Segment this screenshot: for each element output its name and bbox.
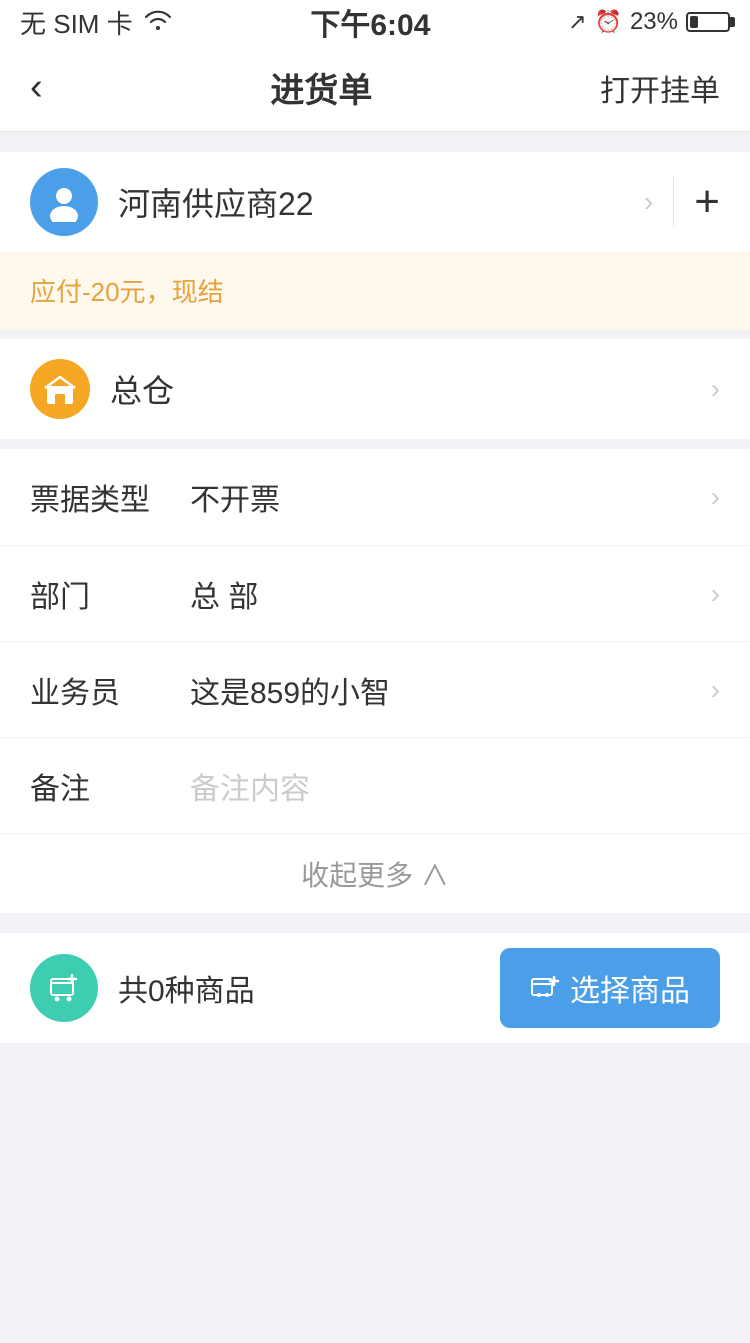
dept-chevron-icon: › xyxy=(711,578,720,610)
gap1 xyxy=(0,132,750,152)
supplier-avatar xyxy=(30,168,98,236)
supplier-name: 河南供应商22 xyxy=(118,179,644,225)
supplier-section[interactable]: 河南供应商22 › + xyxy=(0,152,750,252)
gap2 xyxy=(0,329,750,339)
invoice-chevron-icon: › xyxy=(711,481,720,513)
select-product-label: 选择商品 xyxy=(570,966,690,1010)
invoice-label: 票据类型 xyxy=(30,475,170,519)
status-bar: 无 SIM 卡 下午6:04 ↗ ⏰ 23% xyxy=(0,0,750,44)
invoice-value: 不开票 xyxy=(170,475,711,519)
dept-row[interactable]: 部门 总 部 › xyxy=(0,545,750,641)
battery-icon xyxy=(686,12,730,32)
dept-value: 总 部 xyxy=(170,572,711,616)
page-title: 进货单 xyxy=(270,63,372,112)
carrier-text: 无 SIM 卡 xyxy=(20,4,133,41)
invoice-row[interactable]: 票据类型 不开票 › xyxy=(0,449,750,545)
gap3 xyxy=(0,439,750,449)
warehouse-icon xyxy=(30,359,90,419)
notice-text: 应付-20元，现结 xyxy=(30,277,224,307)
note-input[interactable]: 备注内容 xyxy=(170,764,720,808)
warehouse-name: 总仓 xyxy=(110,366,711,412)
status-left: 无 SIM 卡 xyxy=(20,4,173,41)
notice-banner: 应付-20元，现结 xyxy=(0,252,750,329)
note-label: 备注 xyxy=(30,764,170,808)
dept-label: 部门 xyxy=(30,572,170,616)
battery-percent: 23% xyxy=(630,8,678,36)
product-section: 共0种商品 选择商品 xyxy=(0,933,750,1043)
salesperson-chevron-icon: › xyxy=(711,674,720,706)
select-product-button[interactable]: 选择商品 xyxy=(500,948,720,1028)
alarm-icon: ⏰ xyxy=(595,9,622,35)
bottom-bg xyxy=(0,1043,750,1343)
status-right: ↗ ⏰ 23% xyxy=(568,8,730,36)
salesperson-value: 这是859的小智 xyxy=(170,668,711,712)
supplier-divider xyxy=(673,177,674,227)
salesperson-label: 业务员 xyxy=(30,668,170,712)
form-section: 票据类型 不开票 › 部门 总 部 › 业务员 这是859的小智 › 备注 备注… xyxy=(0,449,750,913)
warehouse-chevron-icon: › xyxy=(711,373,720,405)
status-time: 下午6:04 xyxy=(310,0,430,44)
supplier-chevron-icon: › xyxy=(644,186,653,218)
note-row[interactable]: 备注 备注内容 xyxy=(0,737,750,833)
cart-icon xyxy=(30,954,98,1022)
warehouse-section[interactable]: 总仓 › xyxy=(0,339,750,439)
nav-bar: ‹ 进货单 打开挂单 xyxy=(0,44,750,132)
product-count: 共0种商品 xyxy=(118,966,500,1010)
add-supplier-button[interactable]: + xyxy=(694,177,720,227)
location-icon: ↗ xyxy=(568,9,586,35)
salesperson-row[interactable]: 业务员 这是859的小智 › xyxy=(0,641,750,737)
open-pending-button[interactable]: 打开挂单 xyxy=(600,66,720,110)
collapse-row[interactable]: 收起更多 ∧ xyxy=(0,833,750,913)
back-button[interactable]: ‹ xyxy=(30,66,43,109)
wifi-icon xyxy=(143,8,173,36)
collapse-label: 收起更多 ∧ xyxy=(301,854,449,894)
gap4 xyxy=(0,913,750,933)
